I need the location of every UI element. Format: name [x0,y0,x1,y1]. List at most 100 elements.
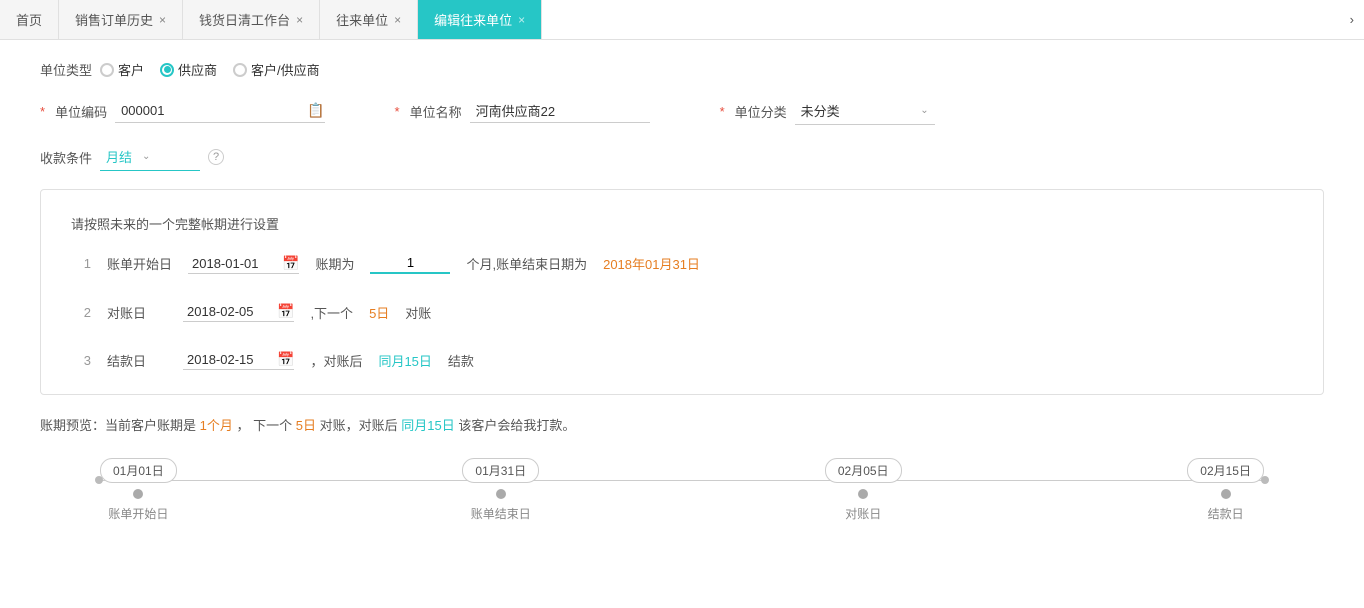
period-label-1: 账单开始日 [107,254,172,273]
period-row-2: 2 对账日 📅 ,下一个 5日 对账 [71,302,1293,322]
timeline-label-1: 01月01日 [100,458,177,483]
tab-sales-history-label: 销售订单历史 [75,10,153,29]
timeline-dot-1 [133,489,143,499]
radio-supplier-circle [160,63,174,77]
preview-period: 1个月 [200,418,233,433]
period-suffix-2a: ,下一个 [310,303,353,322]
payment-select[interactable]: 月结 ⌄ [100,143,200,171]
period-date-3-calendar-icon[interactable]: 📅 [277,351,294,368]
unit-type-row: 单位类型 客户 供应商 客户/供应商 [40,60,1324,79]
preview-payment-post: 该客户会给我打款。 [458,418,575,433]
timeline-sublabel-1: 账单开始日 [108,505,168,522]
timeline-dot-3 [858,489,868,499]
tab-sales-history[interactable]: 销售订单历史 × [59,0,183,39]
period-payment-day: 同月15日 [378,351,431,370]
category-required: * [720,104,725,119]
period-suffix-3b: 结款 [448,351,474,370]
timeline-node-2: 01月31日 账单结束日 [462,458,539,522]
payment-group: 收款条件 月结 ⌄ ? [40,143,224,171]
code-required: * [40,104,45,119]
period-date-3-wrapper: 📅 [183,350,294,370]
payment-help-icon[interactable]: ? [208,149,224,165]
period-reconcile-day: 5日 [369,303,389,322]
code-name-category-row: * 单位编码 📋 * 单位名称 * 单位分类 未分类 ⌄ [40,97,1324,125]
period-card-title: 请按照未来的一个完整帐期进行设置 [71,214,1293,233]
code-copy-icon[interactable]: 📋 [307,102,324,119]
period-date-3-input[interactable] [183,350,273,369]
period-date-2-input[interactable] [183,302,273,321]
tab-bar: 首页 销售订单历史 × 钱货日清工作台 × 往来单位 × 编辑往来单位 × › [0,0,1364,40]
period-label-3: 结款日 [107,351,167,370]
timeline-sublabel-4: 结款日 [1208,505,1244,522]
timeline-sublabel-3: 对账日 [845,505,881,522]
radio-both[interactable]: 客户/供应商 [233,60,320,79]
payment-label: 收款条件 [40,148,92,167]
tab-sales-history-close[interactable]: × [159,13,166,27]
tab-partner[interactable]: 往来单位 × [320,0,418,39]
preview-label: 账期预览：当前客户账期是 [40,418,196,433]
code-group: * 单位编码 📋 [40,99,325,123]
period-num-2: 2 [71,305,91,320]
name-group: * 单位名称 [395,99,650,123]
period-label-2: 对账日 [107,303,167,322]
timeline-node-4: 02月15日 结款日 [1187,458,1264,522]
tab-cash-work[interactable]: 钱货日清工作台 × [183,0,320,39]
code-input[interactable] [115,99,303,122]
period-suffix-3a: ，对账后 [310,351,362,370]
period-suffix-1b: 个月,账单结束日期为 [466,254,587,273]
tab-edit-partner[interactable]: 编辑往来单位 × [418,0,542,39]
tab-partner-label: 往来单位 [336,10,388,29]
timeline-label-4: 02月15日 [1187,458,1264,483]
timeline-label-3: 02月05日 [825,458,902,483]
tab-edit-partner-close[interactable]: × [518,13,525,27]
tab-partner-close[interactable]: × [394,13,401,27]
radio-supplier[interactable]: 供应商 [160,60,217,79]
tab-edit-partner-label: 编辑往来单位 [434,10,512,29]
tab-more-button[interactable]: › [1340,0,1364,39]
timeline-nodes: 01月01日 账单开始日 01月31日 账单结束日 02月05日 对账日 02月… [100,458,1264,522]
preview-reconcile-day: 5日 [296,418,316,433]
preview-payment-highlight: 同月15日 [401,418,454,433]
timeline-dot-4 [1221,489,1231,499]
category-group: * 单位分类 未分类 ⌄ [720,97,935,125]
period-date-1-calendar-icon[interactable]: 📅 [282,255,299,272]
payment-row: 收款条件 月结 ⌄ ? [40,143,1324,171]
radio-customer-circle [100,63,114,77]
timeline-node-1: 01月01日 账单开始日 [100,458,177,522]
period-suffix-2b: 对账 [405,303,431,322]
period-date-2-calendar-icon[interactable]: 📅 [277,303,294,320]
timeline-dot-2 [496,489,506,499]
payment-chevron-icon: ⌄ [142,151,150,162]
category-select[interactable]: 未分类 ⌄ [795,97,935,125]
category-label: 单位分类 [735,102,787,121]
code-input-wrapper: 📋 [115,99,324,123]
name-required: * [395,104,400,119]
code-label: 单位编码 [55,102,107,121]
preview-comma: ， [237,418,250,433]
period-card: 请按照未来的一个完整帐期进行设置 1 账单开始日 📅 账期为 个月,账单结束日期… [40,189,1324,395]
period-date-2-wrapper: 📅 [183,302,294,322]
timeline-label-2: 01月31日 [462,458,539,483]
name-input[interactable] [470,99,650,123]
tab-home-label: 首页 [16,10,42,29]
period-row-1: 1 账单开始日 📅 账期为 个月,账单结束日期为 2018年01月31日 [71,253,1293,274]
name-label: 单位名称 [410,102,462,121]
payment-value: 月结 [106,147,132,166]
tab-cash-work-label: 钱货日清工作台 [199,10,290,29]
category-value: 未分类 [801,101,840,120]
category-chevron-icon: ⌄ [920,105,928,116]
unit-type-radio-group: 客户 供应商 客户/供应商 [100,60,320,79]
preview-reconcile-post: 对账，对账后 [320,418,398,433]
radio-customer[interactable]: 客户 [100,60,144,79]
period-row-3: 3 结款日 📅 ，对账后 同月15日 结款 [71,350,1293,370]
radio-supplier-label: 供应商 [178,60,217,79]
tab-home[interactable]: 首页 [0,0,59,39]
period-months-input[interactable] [370,253,450,274]
unit-type-label: 单位类型 [40,60,92,79]
period-num-3: 3 [71,353,91,368]
period-end-date: 2018年01月31日 [603,254,700,273]
tab-cash-work-close[interactable]: × [296,13,303,27]
timeline-node-3: 02月05日 对账日 [825,458,902,522]
main-content: 单位类型 客户 供应商 客户/供应商 * 单位编码 [0,40,1364,608]
period-date-1-input[interactable] [188,254,278,273]
